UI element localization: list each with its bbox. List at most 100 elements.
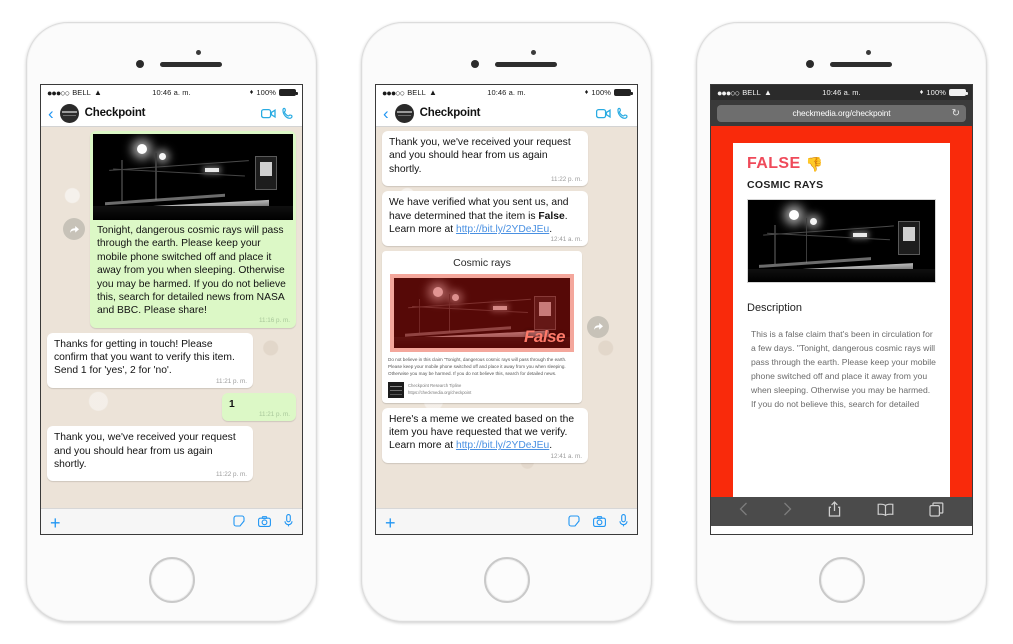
bluetooth-icon: ♦: [584, 89, 589, 96]
browser-forward-icon[interactable]: [783, 502, 792, 521]
message-time: 11:16 p. m.: [258, 317, 290, 325]
message-text: Thank you, we've received your request a…: [54, 432, 236, 470]
attach-plus-icon[interactable]: +: [50, 514, 61, 532]
signal-dots-icon: ●●●○○: [47, 87, 70, 98]
avatar[interactable]: [59, 103, 79, 123]
camera-icon[interactable]: [258, 514, 271, 532]
video-call-icon[interactable]: [261, 108, 276, 119]
message-bubble: Tonight, dangerous cosmic rays will pass…: [90, 131, 296, 328]
message-time: 11:22 p. m.: [550, 175, 582, 183]
wifi-icon: ▲: [93, 88, 102, 97]
fact-check-card: FALSE 👎 COSMIC RAYS Description This is …: [733, 143, 950, 497]
message-bubble: Here's a meme we created based on the it…: [382, 407, 588, 463]
back-chevron-icon[interactable]: ‹: [48, 105, 54, 122]
battery-percent-label: 100%: [926, 88, 946, 97]
battery-icon: [279, 89, 298, 96]
back-chevron-icon[interactable]: ‹: [383, 105, 389, 122]
share-icon[interactable]: [828, 501, 841, 522]
clock-label: 10:46 a. m.: [487, 88, 526, 97]
status-bar: ●●●○○ BELL ▲ 10:46 a. m. ♦ 100%: [41, 85, 302, 100]
clock-label: 10:46 a. m.: [822, 88, 861, 97]
message-text: 1: [229, 398, 235, 410]
microphone-icon[interactable]: [284, 513, 293, 532]
front-camera: [135, 60, 144, 68]
attach-plus-icon[interactable]: +: [385, 514, 396, 532]
link-preview-source-url: https://checkmedia.org/checkpoint: [408, 389, 472, 395]
false-watermark: False: [524, 327, 565, 347]
message-link[interactable]: http://bit.ly/2YDeJEu: [456, 440, 549, 451]
status-bar: ●●●○○ BELL ▲ 10:46 a. m. ♦ 100%: [376, 85, 637, 100]
link-preview-description: Do not believe in this claim "Tonight, d…: [388, 357, 567, 377]
message-text: Thanks for getting in touch! Please conf…: [54, 338, 235, 377]
avatar[interactable]: [394, 103, 414, 123]
night-street-photo: [747, 199, 936, 283]
link-preview-card[interactable]: Cosmic rays False Do not believe in this…: [382, 251, 582, 403]
sticker-icon[interactable]: [568, 514, 580, 532]
microphone-icon[interactable]: [619, 513, 628, 532]
home-button[interactable]: [818, 557, 865, 603]
phone-1-screen: ●●●○○ BELL ▲ 10:46 a. m. ♦ 100% ‹ Checkp…: [40, 84, 303, 535]
home-button[interactable]: [148, 557, 195, 603]
page-title: Checkpoint: [84, 107, 146, 119]
message-input-bar[interactable]: +: [376, 508, 637, 534]
carrier-label: BELL: [742, 88, 761, 97]
message-bubble: We have verified what you sent us, and h…: [382, 191, 588, 247]
earpiece-speaker: [829, 62, 892, 67]
message-bubble: Thank you, we've received your request a…: [382, 131, 588, 187]
message-row: Thanks for getting in touch! Please conf…: [47, 332, 296, 388]
message-time: 11:21 p. m.: [258, 410, 290, 418]
phone-1: ●●●○○ BELL ▲ 10:46 a. m. ♦ 100% ‹ Checkp…: [26, 22, 317, 622]
phone-call-icon[interactable]: [617, 107, 630, 120]
sticker-icon[interactable]: [233, 514, 245, 532]
chat-header: ‹ Checkpoint: [41, 100, 302, 127]
verdict-word: False: [538, 210, 565, 222]
phone-mockups-stage: ●●●○○ BELL ▲ 10:46 a. m. ♦ 100% ‹ Checkp…: [0, 0, 1013, 644]
front-camera: [805, 60, 814, 68]
verdict-label: FALSE: [747, 155, 801, 172]
message-row: Thank you, we've received your request a…: [47, 426, 296, 482]
message-bubble: Thanks for getting in touch! Please conf…: [47, 332, 253, 388]
carrier-label: BELL: [407, 88, 426, 97]
browser-toolbar[interactable]: [711, 497, 972, 526]
thumbs-down-icon: 👎: [805, 155, 824, 172]
battery-percent-label: 100%: [591, 88, 611, 97]
message-time: 11:21 p. m.: [215, 377, 247, 385]
proximity-sensor: [530, 50, 536, 55]
page-title: Checkpoint: [419, 107, 481, 119]
chat-body[interactable]: Thank you, we've received your request a…: [376, 127, 637, 508]
carrier-label: BELL: [72, 88, 91, 97]
battery-icon: [949, 89, 968, 96]
message-row: Tonight, dangerous cosmic rays will pass…: [47, 131, 296, 328]
browser-url-bar[interactable]: checkmedia.org/checkpoint ↻: [711, 100, 972, 126]
forward-arrow-icon[interactable]: [587, 315, 609, 338]
message-row: Thank you, we've received your request a…: [382, 131, 631, 187]
phone-3: ●●●○○ BELL ▲ 10:46 a. m. ♦ 100% checkmed…: [696, 22, 987, 622]
reload-icon[interactable]: ↻: [952, 108, 960, 119]
message-link[interactable]: http://bit.ly/2YDeJEu: [456, 224, 549, 235]
tabs-icon[interactable]: [929, 501, 944, 522]
bookmarks-icon[interactable]: [877, 503, 894, 521]
battery-icon: [614, 89, 633, 96]
forward-arrow-icon[interactable]: [63, 218, 85, 241]
message-row: We have verified what you sent us, and h…: [382, 191, 631, 247]
web-page[interactable]: FALSE 👎 COSMIC RAYS Description This is …: [711, 126, 972, 497]
proximity-sensor: [865, 50, 871, 55]
section-title: Description: [747, 302, 803, 314]
message-input-bar[interactable]: +: [41, 508, 302, 534]
chat-body[interactable]: Tonight, dangerous cosmic rays will pass…: [41, 127, 302, 508]
wifi-icon: ▲: [428, 88, 437, 97]
home-button[interactable]: [483, 557, 530, 603]
chat-header: ‹ Checkpoint: [376, 100, 637, 127]
camera-icon[interactable]: [593, 514, 606, 532]
clock-label: 10:46 a. m.: [152, 88, 191, 97]
video-call-icon[interactable]: [596, 108, 611, 119]
phone-2-screen: ●●●○○ BELL ▲ 10:46 a. m. ♦ 100% ‹ Checkp…: [375, 84, 638, 535]
phone-call-icon[interactable]: [282, 107, 295, 120]
address-field[interactable]: checkmedia.org/checkpoint ↻: [717, 104, 966, 122]
message-text: Thank you, we've received your request a…: [389, 137, 571, 175]
night-street-photo: [93, 134, 293, 220]
signal-dots-icon: ●●●○○: [382, 87, 405, 98]
browser-back-icon[interactable]: [739, 502, 748, 521]
url-text: checkmedia.org/checkpoint: [792, 108, 891, 118]
message-text-after: .: [549, 440, 553, 452]
